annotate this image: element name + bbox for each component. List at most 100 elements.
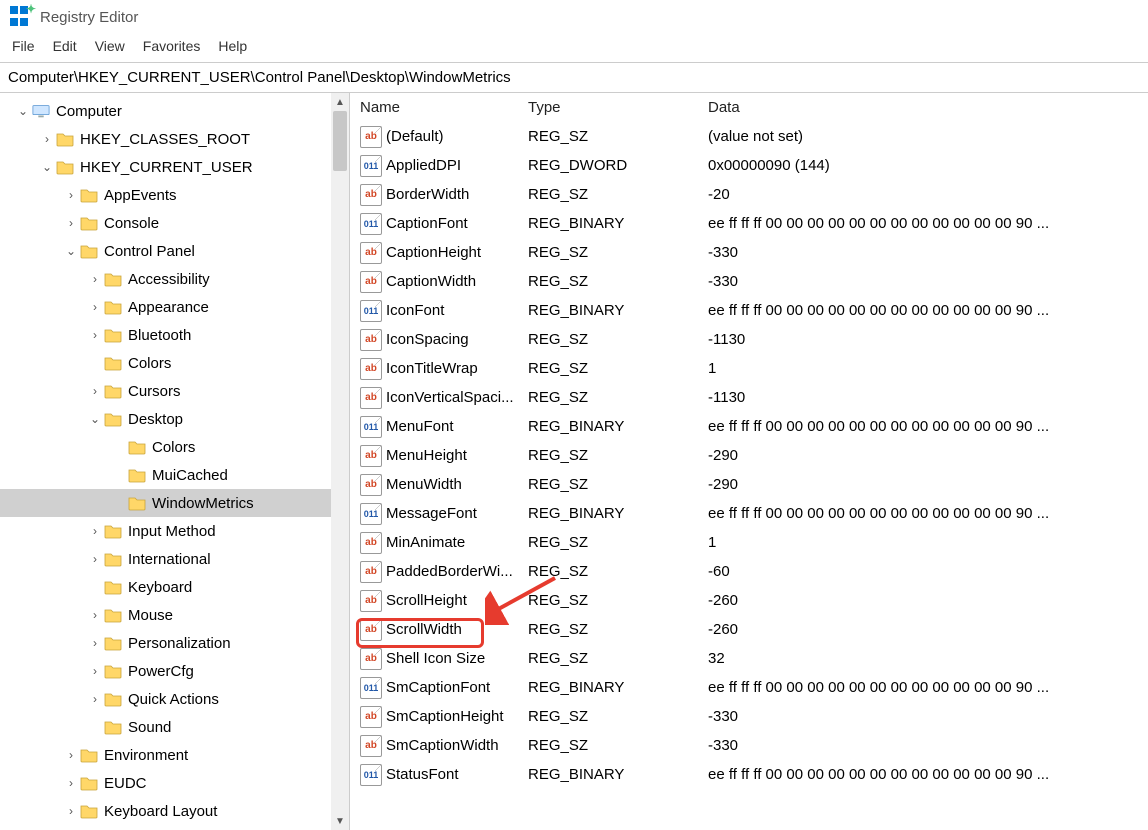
value-row[interactable]: 011MenuFontREG_BINARYee ff ff ff 00 00 0… <box>350 412 1148 441</box>
value-row[interactable]: abCaptionWidthREG_SZ-330 <box>350 267 1148 296</box>
tree-item[interactable]: ›Bluetooth <box>0 321 349 349</box>
folder-icon <box>104 411 122 427</box>
expander-icon[interactable]: › <box>86 272 104 286</box>
tree-item[interactable]: ›Console <box>0 209 349 237</box>
col-header-type[interactable]: Type <box>528 99 708 116</box>
value-row[interactable]: 011MessageFontREG_BINARYee ff ff ff 00 0… <box>350 499 1148 528</box>
menu-help[interactable]: Help <box>218 38 247 54</box>
value-type: REG_BINARY <box>528 505 708 522</box>
menu-view[interactable]: View <box>95 38 125 54</box>
tree-item[interactable]: ›WindowMetrics <box>0 489 349 517</box>
value-row[interactable]: abIconTitleWrapREG_SZ1 <box>350 354 1148 383</box>
tree-item[interactable]: ›EUDC <box>0 769 349 797</box>
value-name: PaddedBorderWi... <box>386 563 528 580</box>
menu-file[interactable]: File <box>12 38 35 54</box>
expander-icon[interactable]: › <box>86 608 104 622</box>
value-row[interactable]: abCaptionHeightREG_SZ-330 <box>350 238 1148 267</box>
value-row[interactable]: abMenuHeightREG_SZ-290 <box>350 441 1148 470</box>
expander-icon[interactable]: ⌄ <box>38 160 56 174</box>
tree-item[interactable]: ›Environment <box>0 741 349 769</box>
col-header-name[interactable]: Name <box>360 99 528 116</box>
folder-icon <box>80 215 98 231</box>
tree-item[interactable]: ⌄HKEY_CURRENT_USER <box>0 153 349 181</box>
value-data: -1130 <box>708 389 1148 406</box>
value-row[interactable]: abIconSpacingREG_SZ-1130 <box>350 325 1148 354</box>
folder-icon <box>104 635 122 651</box>
value-row[interactable]: abMinAnimateREG_SZ1 <box>350 528 1148 557</box>
expander-icon[interactable]: ⌄ <box>86 412 104 426</box>
value-row[interactable]: 011CaptionFontREG_BINARYee ff ff ff 00 0… <box>350 209 1148 238</box>
value-row[interactable]: abSmCaptionHeightREG_SZ-330 <box>350 702 1148 731</box>
value-row[interactable]: abIconVerticalSpaci...REG_SZ-1130 <box>350 383 1148 412</box>
address-bar[interactable]: Computer\HKEY_CURRENT_USER\Control Panel… <box>0 63 1148 93</box>
expander-icon[interactable]: ⌄ <box>62 244 80 258</box>
expander-icon[interactable]: › <box>86 692 104 706</box>
string-value-icon: ab <box>360 126 382 148</box>
scroll-down-icon[interactable]: ▼ <box>331 812 349 830</box>
value-row[interactable]: 011AppliedDPIREG_DWORD0x00000090 (144) <box>350 151 1148 180</box>
expander-icon[interactable]: › <box>86 664 104 678</box>
tree-item[interactable]: ›Personalization <box>0 629 349 657</box>
value-row[interactable]: ab(Default)REG_SZ(value not set) <box>350 122 1148 151</box>
expander-icon[interactable]: ⌄ <box>14 104 32 118</box>
tree-item[interactable]: ›HKEY_CLASSES_ROOT <box>0 125 349 153</box>
tree-item[interactable]: ›MuiCached <box>0 461 349 489</box>
tree-item[interactable]: ⌄Desktop <box>0 405 349 433</box>
tree-item[interactable]: ›International <box>0 545 349 573</box>
tree-item[interactable]: ›Accessibility <box>0 265 349 293</box>
menu-edit[interactable]: Edit <box>53 38 77 54</box>
tree-item[interactable]: ⌄Computer <box>0 97 349 125</box>
tree-item[interactable]: ›Quick Actions <box>0 685 349 713</box>
tree-item[interactable]: ›Cursors <box>0 377 349 405</box>
expander-icon[interactable]: › <box>62 804 80 818</box>
expander-icon[interactable]: › <box>62 776 80 790</box>
value-row[interactable]: abScrollWidthREG_SZ-260 <box>350 615 1148 644</box>
value-row[interactable]: abBorderWidthREG_SZ-20 <box>350 180 1148 209</box>
expander-icon[interactable]: › <box>62 188 80 202</box>
tree-item[interactable]: ›Sound <box>0 713 349 741</box>
binary-value-icon: 011 <box>360 764 382 786</box>
tree-item[interactable]: ›Colors <box>0 349 349 377</box>
value-name: CaptionWidth <box>386 273 528 290</box>
tree-item[interactable]: ›Mouse <box>0 601 349 629</box>
tree-item[interactable]: ›Appearance <box>0 293 349 321</box>
value-row[interactable]: abScrollHeightREG_SZ-260 <box>350 586 1148 615</box>
tree-item[interactable]: ›Colors <box>0 433 349 461</box>
expander-icon[interactable]: › <box>86 552 104 566</box>
value-row[interactable]: 011SmCaptionFontREG_BINARYee ff ff ff 00… <box>350 673 1148 702</box>
expander-icon[interactable]: › <box>86 636 104 650</box>
folder-icon <box>128 439 146 455</box>
string-value-icon: ab <box>360 561 382 583</box>
value-row[interactable]: abPaddedBorderWi...REG_SZ-60 <box>350 557 1148 586</box>
col-header-data[interactable]: Data <box>708 99 1148 116</box>
expander-icon[interactable]: › <box>86 384 104 398</box>
scroll-up-icon[interactable]: ▲ <box>331 93 349 111</box>
expander-icon[interactable]: › <box>62 216 80 230</box>
tree-item[interactable]: ›Keyboard <box>0 573 349 601</box>
tree-item[interactable]: ›Keyboard Layout <box>0 797 349 825</box>
expander-icon[interactable]: › <box>86 328 104 342</box>
value-type: REG_SZ <box>528 563 708 580</box>
string-value-icon: ab <box>360 329 382 351</box>
expander-icon[interactable]: › <box>62 748 80 762</box>
tree-item[interactable]: ⌄Control Panel <box>0 237 349 265</box>
value-row[interactable]: 011IconFontREG_BINARYee ff ff ff 00 00 0… <box>350 296 1148 325</box>
expander-icon[interactable]: › <box>86 524 104 538</box>
tree-item[interactable]: ›PowerCfg <box>0 657 349 685</box>
value-row[interactable]: abSmCaptionWidthREG_SZ-330 <box>350 731 1148 760</box>
string-value-icon: ab <box>360 184 382 206</box>
value-type: REG_DWORD <box>528 157 708 174</box>
value-row[interactable]: abMenuWidthREG_SZ-290 <box>350 470 1148 499</box>
binary-value-icon: 011 <box>360 155 382 177</box>
value-row[interactable]: 011StatusFontREG_BINARYee ff ff ff 00 00… <box>350 760 1148 789</box>
expander-icon[interactable]: › <box>86 300 104 314</box>
value-row[interactable]: abShell Icon SizeREG_SZ32 <box>350 644 1148 673</box>
tree-item[interactable]: ›Input Method <box>0 517 349 545</box>
expander-icon[interactable]: › <box>38 132 56 146</box>
scroll-thumb[interactable] <box>333 111 347 171</box>
menu-favorites[interactable]: Favorites <box>143 38 201 54</box>
tree-scrollbar[interactable]: ▲ ▼ <box>331 93 349 830</box>
tree-item[interactable]: ›AppEvents <box>0 181 349 209</box>
folder-icon <box>80 775 98 791</box>
folder-icon <box>56 159 74 175</box>
